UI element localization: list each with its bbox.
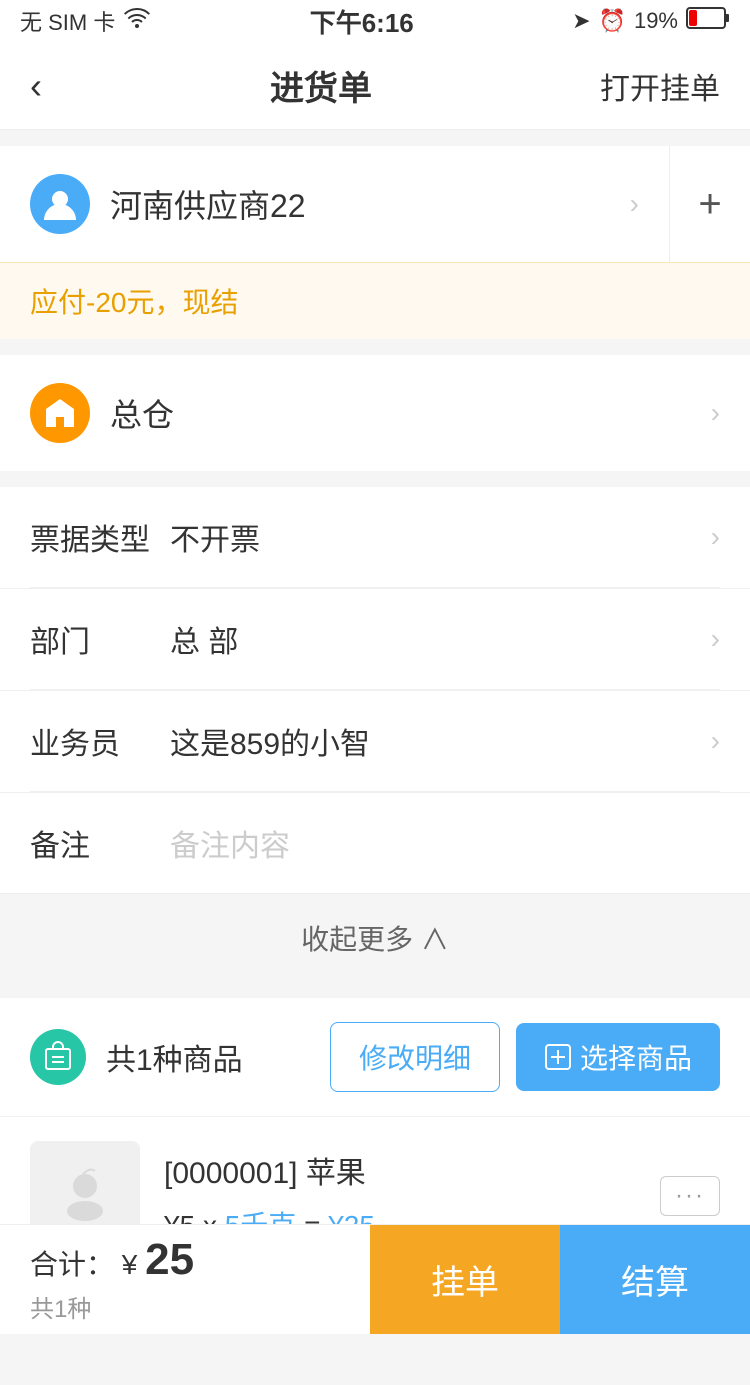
product-name: [0000001] 苹果 [164, 1148, 660, 1192]
supplier-chevron-icon: › [630, 188, 639, 220]
invoice-type-row[interactable]: 票据类型 不开票 › [0, 487, 750, 587]
sales-chevron-icon: › [711, 725, 720, 757]
total-unit: ¥ [122, 1249, 138, 1280]
supplier-avatar [30, 174, 90, 234]
open-pending-button[interactable]: 打开挂单 [600, 64, 720, 108]
add-supplier-button[interactable]: + [670, 146, 750, 262]
payment-notice: 应付-20元，现结 [0, 262, 750, 339]
bottom-bar: 合计： ¥ 25 共1种 挂单 结算 [0, 1224, 750, 1334]
total-section: 合计： ¥ 25 共1种 [0, 1225, 370, 1334]
supplier-selector[interactable]: 河南供应商22 › [0, 146, 670, 262]
product-code: [0000001] [164, 1157, 297, 1190]
location-icon: ➤ [572, 8, 590, 34]
sales-label: 业务员 [30, 719, 170, 763]
warehouse-chevron-icon: › [711, 397, 720, 429]
total-count: 共1种 [30, 1289, 340, 1324]
note-value: 备注内容 [170, 821, 720, 865]
invoice-type-label: 票据类型 [30, 515, 170, 559]
select-product-label: 选择商品 [580, 1037, 692, 1077]
edit-details-button[interactable]: 修改明细 [330, 1022, 500, 1092]
battery-icon [686, 7, 730, 35]
checkout-button[interactable]: 结算 [560, 1225, 750, 1334]
back-button[interactable]: ‹ [30, 65, 42, 107]
alarm-icon: ⏰ [599, 8, 626, 34]
suspend-button[interactable]: 挂单 [370, 1225, 560, 1334]
page-title: 进货单 [270, 61, 372, 110]
status-right: ➤ ⏰ 19% [572, 7, 730, 35]
supplier-name: 河南供应商22 [110, 181, 630, 227]
total-label: 合计： [30, 1249, 114, 1280]
total-row: 合计： ¥ 25 [30, 1235, 340, 1285]
dept-label: 部门 [30, 617, 170, 661]
sim-status: 无 SIM 卡 [20, 5, 115, 37]
sales-value: 这是859的小智 [170, 719, 711, 763]
collapse-button[interactable]: 收起更多 ∧ [0, 893, 750, 982]
wifi-icon [123, 8, 151, 34]
dept-chevron-icon: › [711, 623, 720, 655]
product-count: 共1种商品 [106, 1035, 330, 1079]
status-time: 下午6:16 [310, 3, 414, 40]
supplier-section: 河南供应商22 › + [0, 146, 750, 262]
status-left: 无 SIM 卡 [20, 5, 151, 37]
dept-row[interactable]: 部门 总 部 › [0, 588, 750, 689]
invoice-type-value: 不开票 [170, 515, 711, 559]
status-bar: 无 SIM 卡 下午6:16 ➤ ⏰ 19% [0, 0, 750, 42]
sales-row[interactable]: 业务员 这是859的小智 › [0, 690, 750, 791]
warehouse-section[interactable]: 总仓 › [0, 355, 750, 471]
product-icon [30, 1029, 86, 1085]
dept-value: 总 部 [170, 617, 711, 661]
warehouse-name: 总仓 [110, 390, 711, 436]
note-row[interactable]: 备注 备注内容 [0, 792, 750, 893]
product-title: 苹果 [306, 1157, 366, 1190]
total-amount: 25 [145, 1235, 194, 1284]
battery-percent: 19% [634, 8, 678, 34]
more-options-button[interactable]: ··· [660, 1176, 720, 1216]
note-label: 备注 [30, 821, 170, 865]
warehouse-icon [30, 383, 90, 443]
invoice-chevron-icon: › [711, 521, 720, 553]
form-section: 票据类型 不开票 › 部门 总 部 › 业务员 这是859的小智 › 备注 备注… [0, 487, 750, 893]
nav-bar: ‹ 进货单 打开挂单 [0, 42, 750, 130]
product-header: 共1种商品 修改明细 选择商品 [0, 998, 750, 1116]
select-product-button[interactable]: 选择商品 [516, 1023, 720, 1091]
